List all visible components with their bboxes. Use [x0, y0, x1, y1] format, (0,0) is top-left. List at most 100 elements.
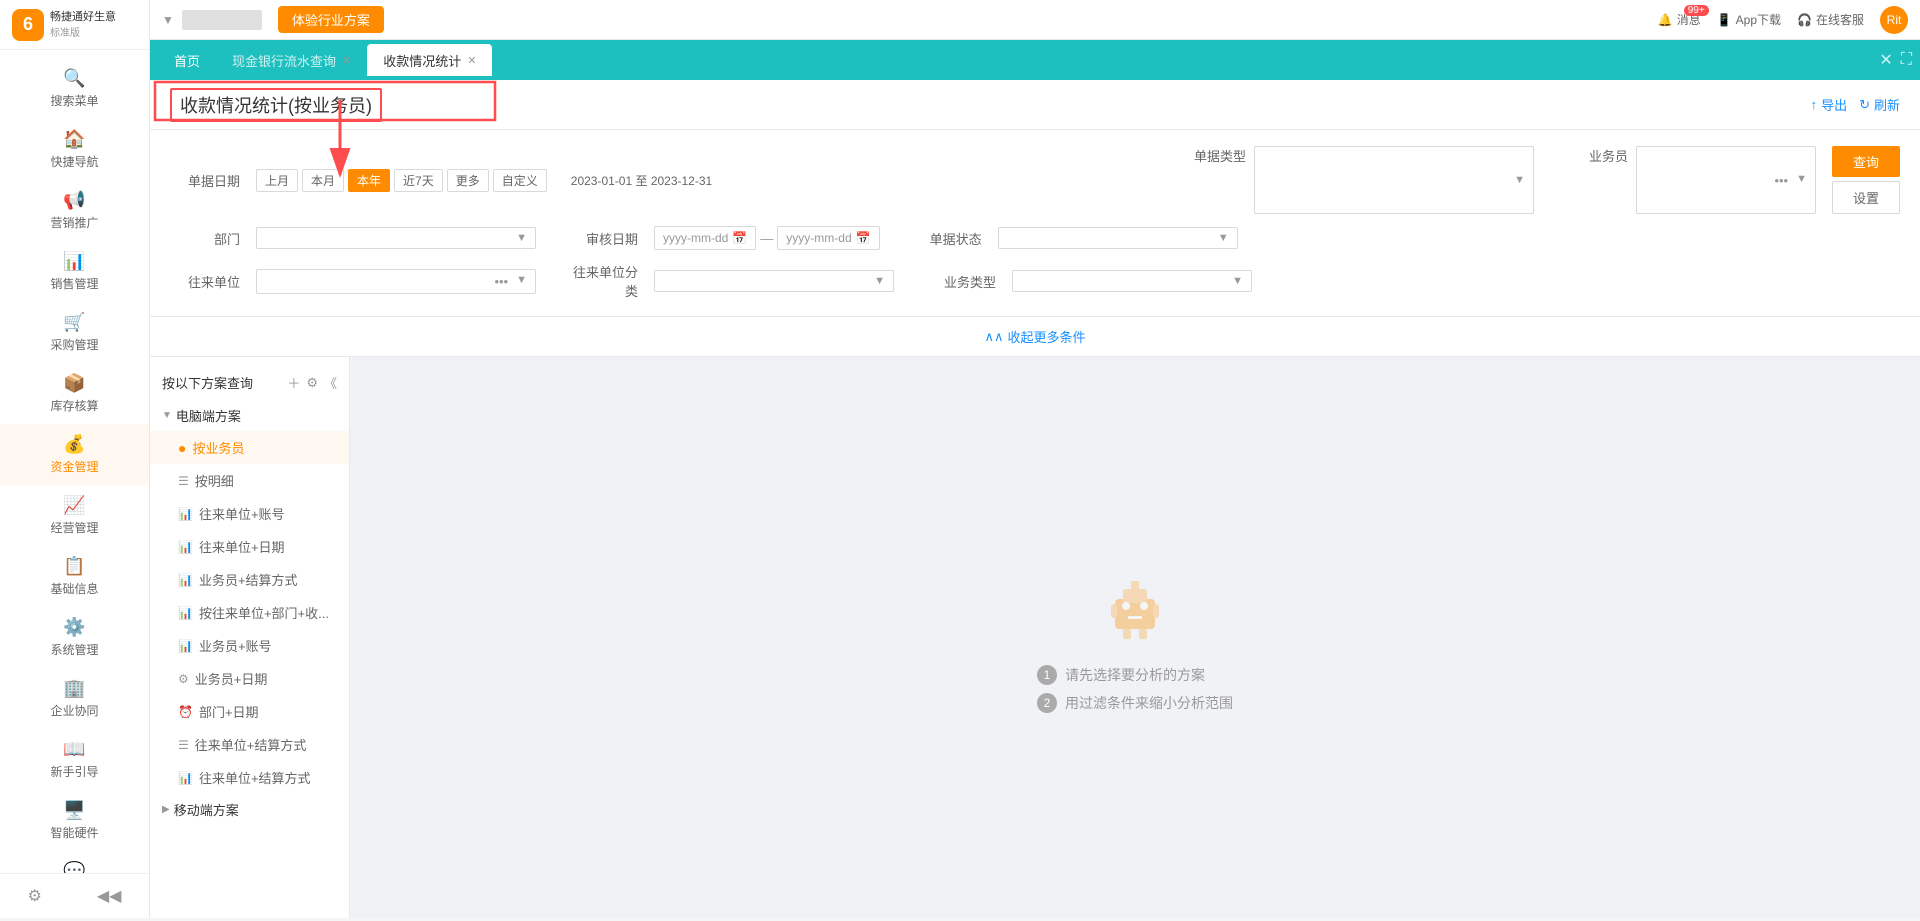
set-btn[interactable]: 设置: [1832, 181, 1900, 214]
collapse-bar[interactable]: ∧∧ 收起更多条件: [150, 317, 1920, 357]
sidebar-item-enterprise[interactable]: 🏢 企业协同: [0, 668, 149, 729]
partner-date-icon: 📊: [178, 540, 193, 554]
doc-status-select[interactable]: ▼: [998, 227, 1238, 249]
sidebar-label: 资金管理: [50, 458, 98, 475]
sidebar-item-inventory[interactable]: 📦 库存核算: [0, 363, 149, 424]
scheme-partner-account[interactable]: 📊 往来单位+账号: [150, 497, 349, 530]
doc-status-arrow: ▼: [1218, 232, 1229, 244]
sidebar-item-sales[interactable]: 📊 销售管理: [0, 241, 149, 302]
maximize-icon[interactable]: ⛶: [1901, 51, 1912, 69]
this-month-btn[interactable]: 本月: [302, 169, 344, 192]
last-7-btn[interactable]: 近7天: [394, 169, 443, 192]
query-btn[interactable]: 查询: [1832, 146, 1900, 177]
sidebar-label: 搜索菜单: [50, 92, 98, 109]
sidebar-item-wechat[interactable]: 💬 企业微信: [0, 851, 149, 873]
system-icon: ⚙️: [63, 617, 85, 638]
sidebar-item-hardware[interactable]: 🖥️ 智能硬件: [0, 790, 149, 851]
review-date-start[interactable]: yyyy-mm-dd 📅: [654, 226, 756, 250]
sidebar-item-basic-info[interactable]: 📋 基础信息: [0, 546, 149, 607]
scheme-partner-settlement2[interactable]: 📊 往来单位+结算方式: [150, 761, 349, 794]
content-body: 按以下方案查询 ＋ ⚙ 《 ▼ 电脑端方案 ● 按业务员 ☰: [150, 357, 1920, 918]
collapse-label: 收起更多条件: [1008, 327, 1086, 346]
tab-receipt-stats[interactable]: 收款情况统计 ✕: [367, 44, 492, 76]
sidebar-label: 快捷导航: [50, 153, 98, 170]
pc-group-header[interactable]: ▼ 电脑端方案: [150, 400, 349, 431]
last-month-btn[interactable]: 上月: [256, 169, 298, 192]
biz-type-select[interactable]: ▼: [1012, 270, 1252, 292]
scheme-by-detail[interactable]: ☰ 按明细: [150, 464, 349, 497]
custom-date-btn[interactable]: 自定义: [493, 169, 547, 192]
trial-btn[interactable]: 体验行业方案: [278, 6, 384, 33]
scheme-by-salesman[interactable]: ● 按业务员: [150, 431, 349, 464]
dept-label: 部门: [170, 229, 240, 248]
date-dash: —: [760, 231, 773, 246]
home-tab-label: 首页: [174, 51, 200, 70]
tab-home[interactable]: 首页: [158, 44, 216, 76]
sidebar-label: 企业协同: [50, 702, 98, 719]
sidebar-nav: 🔍 搜索菜单 🏠 快捷导航 📢 营销推广 📊 销售管理 🛒 采购管理 📦 库存核…: [0, 50, 149, 873]
partner-category-label: 往来单位分类: [568, 262, 638, 300]
scheme-partner-settlement[interactable]: ☰ 往来单位+结算方式: [150, 728, 349, 761]
close-all-icon[interactable]: ✕: [1879, 50, 1892, 70]
app-logo: 6 畅捷通好生意 标准版: [0, 0, 149, 50]
collapse-scheme-icon[interactable]: 《: [324, 373, 337, 392]
date-range-text: 2023-01-01 至 2023-12-31: [571, 172, 712, 189]
scheme-header-icons: ＋ ⚙ 《: [287, 373, 337, 392]
tab-bank-flow[interactable]: 现金银行流水查询 ✕: [216, 44, 367, 76]
app-download-btn[interactable]: 📱 App下载: [1717, 11, 1781, 28]
tip-num-1: 1: [1037, 665, 1057, 685]
sidebar-item-quick-nav[interactable]: 🏠 快捷导航: [0, 119, 149, 180]
scheme-salesman-account[interactable]: 📊 业务员+账号: [150, 629, 349, 662]
mobile-group-chevron: ▶: [162, 804, 170, 815]
add-scheme-icon[interactable]: ＋: [287, 373, 300, 392]
page-title: 收款情况统计(按业务员): [170, 88, 382, 122]
sidebar-item-purchase[interactable]: 🛒 采购管理: [0, 302, 149, 363]
partner-select[interactable]: ••• ▼: [256, 269, 536, 294]
dept-select[interactable]: ▼: [256, 227, 536, 249]
doc-status-label: 单据状态: [912, 229, 982, 248]
review-date-end[interactable]: yyyy-mm-dd 📅: [777, 226, 879, 250]
partner-category-select[interactable]: ▼: [654, 270, 894, 292]
message-btn[interactable]: 🔔 消息 99+: [1658, 11, 1701, 28]
sidebar-item-search-menu[interactable]: 🔍 搜索菜单: [0, 58, 149, 119]
sidebar-label: 系统管理: [50, 641, 98, 658]
scheme-partner-date[interactable]: 📊 往来单位+日期: [150, 530, 349, 563]
export-btn[interactable]: ↑ 导出: [1811, 95, 1848, 114]
filter-row-1: 单据日期 上月 本月 本年 近7天 更多 自定义 2023-01-01 至 20…: [170, 146, 1900, 214]
mobile-group-header[interactable]: ▶ 移动端方案: [150, 794, 349, 825]
scheme-by-unit-dept[interactable]: 📊 按往来单位+部门+收...: [150, 596, 349, 629]
refresh-btn[interactable]: ↻ 刷新: [1859, 95, 1900, 114]
sidebar-label: 采购管理: [50, 336, 98, 353]
sidebar-item-guide[interactable]: 📖 新手引导: [0, 729, 149, 790]
receipt-stats-tab-close[interactable]: ✕: [467, 54, 476, 67]
scheme-dept-date[interactable]: ⏰ 部门+日期: [150, 695, 349, 728]
user-avatar[interactable]: Rit: [1880, 6, 1908, 34]
sidebar-item-system[interactable]: ⚙️ 系统管理: [0, 607, 149, 668]
sidebar-footer: ⚙ ◀◀: [0, 873, 149, 918]
review-date-label: 审核日期: [568, 229, 638, 248]
collapse-sidebar-icon[interactable]: ◀◀: [97, 886, 122, 906]
sidebar-item-operations[interactable]: 📈 经营管理: [0, 485, 149, 546]
biz-type-arrow: ▼: [1232, 275, 1243, 287]
doc-type-select[interactable]: ▼: [1254, 146, 1534, 214]
pc-group-label: 电脑端方案: [176, 406, 241, 425]
settings-scheme-icon[interactable]: ⚙: [306, 375, 318, 391]
scheme-salesman-settlement[interactable]: 📊 业务员+结算方式: [150, 563, 349, 596]
sidebar-item-marketing[interactable]: 📢 营销推广: [0, 180, 149, 241]
partner-more-icon[interactable]: •••: [494, 274, 508, 289]
salesman-select[interactable]: ••• ▼: [1636, 146, 1816, 214]
operations-icon: 📈: [63, 495, 85, 516]
bank-flow-tab-close[interactable]: ✕: [342, 54, 351, 67]
this-year-btn[interactable]: 本年: [348, 169, 390, 192]
online-service-btn[interactable]: 🎧 在线客服: [1797, 11, 1864, 28]
settings-icon[interactable]: ⚙: [28, 886, 42, 906]
mobile-group-label: 移动端方案: [174, 800, 239, 819]
quick-nav-icon: 🏠: [63, 129, 85, 150]
tab-bar: 首页 现金银行流水查询 ✕ 收款情况统计 ✕ ✕ ⛶: [150, 40, 1920, 80]
more-date-btn[interactable]: 更多: [447, 169, 489, 192]
salesman-arrow: ▼: [1796, 173, 1807, 188]
sidebar-item-finance[interactable]: 💰 资金管理: [0, 424, 149, 485]
scheme-salesman-date[interactable]: ⚙ 业务员+日期: [150, 662, 349, 695]
salesman-more-icon[interactable]: •••: [1774, 173, 1788, 188]
tip-text-2: 用过滤条件来缩小分析范围: [1065, 693, 1233, 713]
